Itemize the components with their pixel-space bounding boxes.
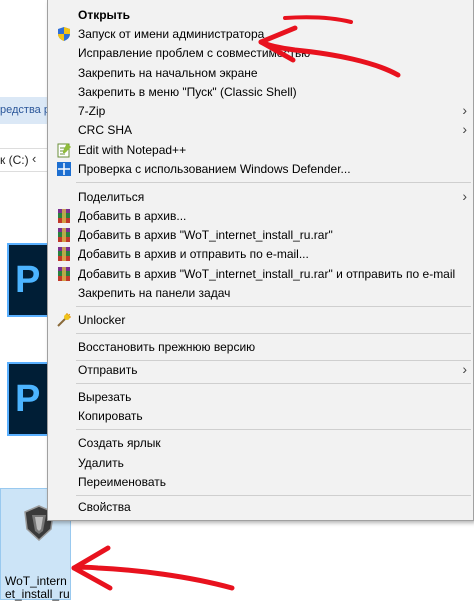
menu-item-label: Закрепить в меню "Пуск" (Classic Shell): [78, 85, 297, 99]
menu-item-label: Добавить в архив "WoT_internet_install_r…: [78, 267, 456, 281]
menu-item-label: Поделиться: [78, 190, 145, 204]
photoshop-icon-letter: P: [15, 259, 41, 301]
menu-item-label: Исправление проблем с совместимостью: [78, 46, 311, 60]
chevron-right-icon: ›: [462, 121, 467, 137]
menu-item-label: 7-Zip: [78, 104, 106, 118]
menu-item-notepadpp[interactable]: Edit with Notepad++: [48, 141, 473, 160]
menu-item-label: Добавить в архив...: [78, 209, 187, 223]
winrar-icon: [58, 247, 70, 261]
context-menu: Открыть Запуск от имени администратора И…: [47, 0, 474, 521]
menu-item-add-archive[interactable]: Добавить в архив...: [48, 207, 473, 226]
menu-separator: [76, 306, 471, 307]
menu-item-7zip[interactable]: 7-Zip ›: [48, 102, 473, 121]
menu-item-label: CRC SHA: [78, 123, 133, 137]
menu-item-run-as-admin[interactable]: Запуск от имени администратора: [48, 25, 473, 44]
menu-separator: [76, 383, 471, 384]
shield-icon: [58, 27, 70, 41]
menu-item-label: Добавить в архив "WoT_internet_install_r…: [78, 228, 333, 242]
chevron-left-icon[interactable]: ‹: [32, 151, 36, 166]
menu-item-send-to[interactable]: Отправить ›: [48, 361, 473, 380]
menu-item-label: Удалить: [78, 456, 124, 470]
file-name-label: WoT_internet_install_ru: [5, 574, 70, 601]
menu-item-cut[interactable]: Вырезать: [48, 388, 473, 407]
menu-item-copy[interactable]: Копировать: [48, 407, 473, 426]
address-bar[interactable]: к (C:) ‹: [0, 148, 48, 172]
address-text: к (C:): [0, 153, 29, 167]
menu-item-delete[interactable]: Удалить: [48, 454, 473, 473]
menu-item-label: Открыть: [78, 8, 131, 22]
menu-item-rename[interactable]: Переименовать: [48, 473, 473, 492]
menu-item-open[interactable]: Открыть: [48, 6, 473, 25]
unlocker-icon: [57, 313, 71, 327]
menu-item-windows-defender[interactable]: Проверка с использованием Windows Defend…: [48, 160, 473, 179]
menu-item-archive-named-email[interactable]: Добавить в архив "WoT_internet_install_r…: [48, 265, 473, 284]
photoshop-file-icon[interactable]: P: [7, 362, 47, 436]
annotation-arrow-bottom: [71, 545, 235, 591]
menu-item-label: Добавить в архив и отправить по e-mail..…: [78, 247, 309, 261]
menu-item-label: Edit with Notepad++: [78, 143, 187, 157]
winrar-icon: [58, 267, 70, 281]
menu-item-restore-version[interactable]: Восстановить прежнюю версию: [48, 338, 473, 357]
chevron-right-icon: ›: [462, 102, 467, 118]
menu-item-compatibility[interactable]: Исправление проблем с совместимостью: [48, 44, 473, 63]
menu-item-label: Свойства: [78, 500, 131, 514]
menu-item-pin-classic-shell[interactable]: Закрепить в меню "Пуск" (Classic Shell): [48, 83, 473, 102]
menu-separator: [76, 333, 471, 334]
menu-item-crc-sha[interactable]: CRC SHA ›: [48, 121, 473, 140]
menu-item-properties[interactable]: Свойства: [48, 498, 473, 517]
menu-item-label: Переименовать: [78, 475, 166, 489]
menu-item-add-archive-named[interactable]: Добавить в архив "WoT_internet_install_r…: [48, 226, 473, 245]
menu-item-label: Отправить: [78, 363, 138, 377]
ribbon-strip: редства ра: [0, 97, 56, 124]
menu-item-label: Восстановить прежнюю версию: [78, 340, 256, 354]
menu-item-share[interactable]: Поделиться ›: [48, 188, 473, 207]
menu-item-archive-email[interactable]: Добавить в архив и отправить по e-mail..…: [48, 245, 473, 264]
menu-item-create-shortcut[interactable]: Создать ярлык: [48, 434, 473, 453]
menu-item-label: Закрепить на панели задач: [78, 286, 231, 300]
chevron-right-icon: ›: [462, 188, 467, 204]
menu-item-label: Запуск от имени администратора: [78, 27, 265, 41]
photoshop-icon-letter: P: [15, 378, 41, 420]
menu-separator: [76, 495, 471, 496]
menu-item-label: Закрепить на начальном экране: [78, 66, 258, 80]
menu-item-unlocker[interactable]: Unlocker: [48, 311, 473, 330]
menu-item-label: Копировать: [78, 409, 143, 423]
menu-item-label: Создать ярлык: [78, 436, 161, 450]
menu-item-pin-start[interactable]: Закрепить на начальном экране: [48, 64, 473, 83]
menu-separator: [76, 182, 471, 183]
menu-item-label: Проверка с использованием Windows Defend…: [78, 162, 351, 176]
menu-item-label: Вырезать: [78, 390, 132, 404]
photoshop-file-icon[interactable]: P: [7, 243, 47, 317]
notepadpp-icon: [57, 143, 71, 158]
winrar-icon: [58, 209, 70, 223]
menu-separator: [76, 429, 471, 430]
menu-item-label: Unlocker: [78, 313, 126, 327]
winrar-icon: [58, 228, 70, 242]
menu-item-pin-taskbar[interactable]: Закрепить на панели задач: [48, 284, 473, 303]
windows-defender-icon: [57, 162, 71, 176]
chevron-right-icon: ›: [462, 361, 467, 377]
